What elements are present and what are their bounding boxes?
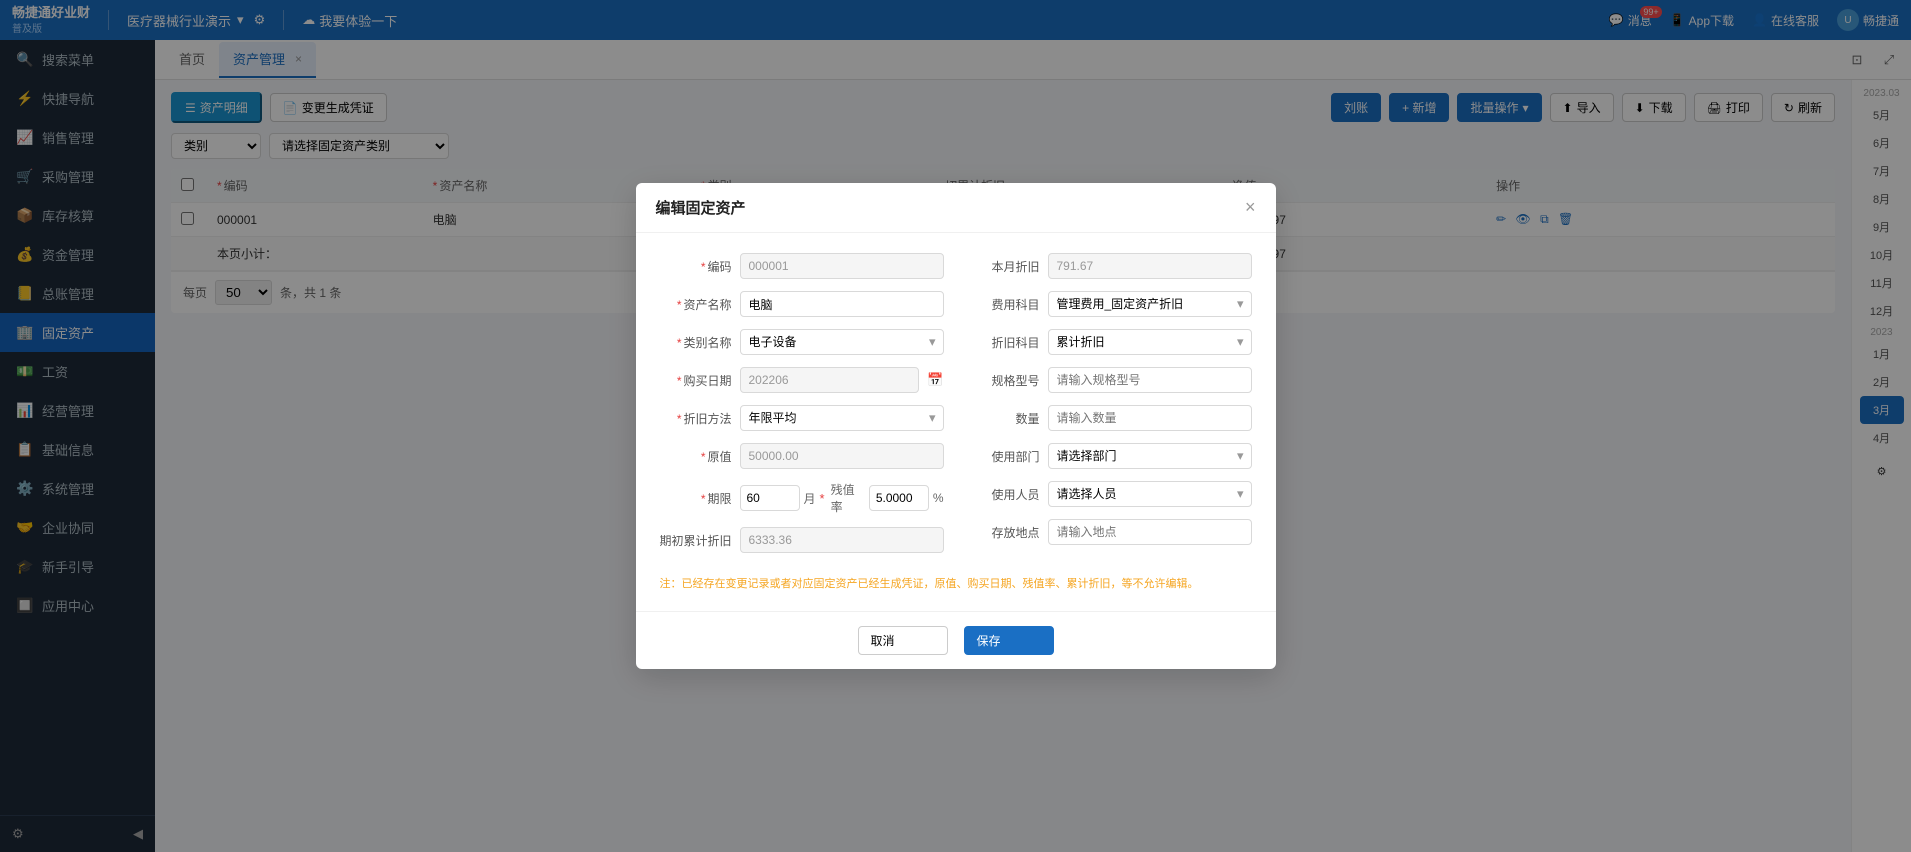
edit-asset-modal: 编辑固定资产 × *编码 *资产名称 bbox=[636, 183, 1276, 669]
modal-footer: 取消 保存 bbox=[636, 611, 1276, 669]
form-row-name: *资产名称 bbox=[660, 291, 944, 317]
purchase-date-input[interactable] bbox=[740, 367, 920, 393]
department-select[interactable]: 请选择部门 bbox=[1048, 443, 1252, 469]
modal-overlay: 编辑固定资产 × *编码 *资产名称 bbox=[0, 0, 1911, 852]
person-select[interactable]: 请选择人员 bbox=[1048, 481, 1252, 507]
modal-header: 编辑固定资产 × bbox=[636, 183, 1276, 233]
period-input[interactable] bbox=[740, 485, 800, 511]
form-row-period: *期限 月 * 残值率 % bbox=[660, 481, 944, 515]
form-row-original: *原值 bbox=[660, 443, 944, 469]
form-right-col: 本月折旧 费用科目 管理费用_固定资产折旧 折旧科 bbox=[968, 253, 1252, 565]
form-row-purchase-date: *购买日期 📅 bbox=[660, 367, 944, 393]
modal-title: 编辑固定资产 bbox=[656, 197, 746, 218]
residual-rate-input[interactable] bbox=[869, 485, 929, 511]
form-grid: *编码 *资产名称 *类别名称 电子设备 bbox=[660, 253, 1252, 565]
spec-input[interactable] bbox=[1048, 367, 1252, 393]
initial-dep-input[interactable] bbox=[740, 527, 944, 553]
modal-body: *编码 *资产名称 *类别名称 电子设备 bbox=[636, 233, 1276, 611]
expense-subject-select[interactable]: 管理费用_固定资产折旧 bbox=[1048, 291, 1252, 317]
purchase-date-group: 📅 bbox=[740, 367, 944, 393]
dep-subject-select[interactable]: 累计折旧 bbox=[1048, 329, 1252, 355]
form-row-code: *编码 bbox=[660, 253, 944, 279]
cancel-button[interactable]: 取消 bbox=[858, 626, 948, 655]
period-group: 月 * 残值率 % bbox=[740, 481, 944, 515]
form-row-quantity: 数量 bbox=[968, 405, 1252, 431]
calendar-icon[interactable]: 📅 bbox=[927, 372, 943, 388]
monthly-dep-input bbox=[1048, 253, 1252, 279]
modal-note: 注：已经存在变更记录或者对应固定资产已经生成凭证，原值、购买日期、残值率、累计折… bbox=[660, 575, 1252, 591]
dep-method-select[interactable]: 年限平均 bbox=[740, 405, 944, 431]
form-row-spec: 规格型号 bbox=[968, 367, 1252, 393]
location-input[interactable] bbox=[1048, 519, 1252, 545]
name-input[interactable] bbox=[740, 291, 944, 317]
code-input[interactable] bbox=[740, 253, 944, 279]
dep-method-select-wrap: 年限平均 bbox=[740, 405, 944, 431]
form-row-initial-dep: 期初累计折旧 bbox=[660, 527, 944, 553]
form-row-department: 使用部门 请选择部门 bbox=[968, 443, 1252, 469]
modal-close-button[interactable]: × bbox=[1245, 197, 1256, 218]
department-select-wrap: 请选择部门 bbox=[1048, 443, 1252, 469]
category-select[interactable]: 电子设备 bbox=[740, 329, 944, 355]
expense-subject-select-wrap: 管理费用_固定资产折旧 bbox=[1048, 291, 1252, 317]
save-button[interactable]: 保存 bbox=[964, 626, 1054, 655]
form-row-category: *类别名称 电子设备 bbox=[660, 329, 944, 355]
form-row-expense-subject: 费用科目 管理费用_固定资产折旧 bbox=[968, 291, 1252, 317]
original-input[interactable] bbox=[740, 443, 944, 469]
form-row-dep-method: *折旧方法 年限平均 bbox=[660, 405, 944, 431]
form-row-monthly-dep: 本月折旧 bbox=[968, 253, 1252, 279]
category-select-wrap: 电子设备 bbox=[740, 329, 944, 355]
form-left-col: *编码 *资产名称 *类别名称 电子设备 bbox=[660, 253, 944, 565]
form-row-person: 使用人员 请选择人员 bbox=[968, 481, 1252, 507]
quantity-input[interactable] bbox=[1048, 405, 1252, 431]
form-row-location: 存放地点 bbox=[968, 519, 1252, 545]
dep-subject-select-wrap: 累计折旧 bbox=[1048, 329, 1252, 355]
form-row-dep-subject: 折旧科目 累计折旧 bbox=[968, 329, 1252, 355]
person-select-wrap: 请选择人员 bbox=[1048, 481, 1252, 507]
